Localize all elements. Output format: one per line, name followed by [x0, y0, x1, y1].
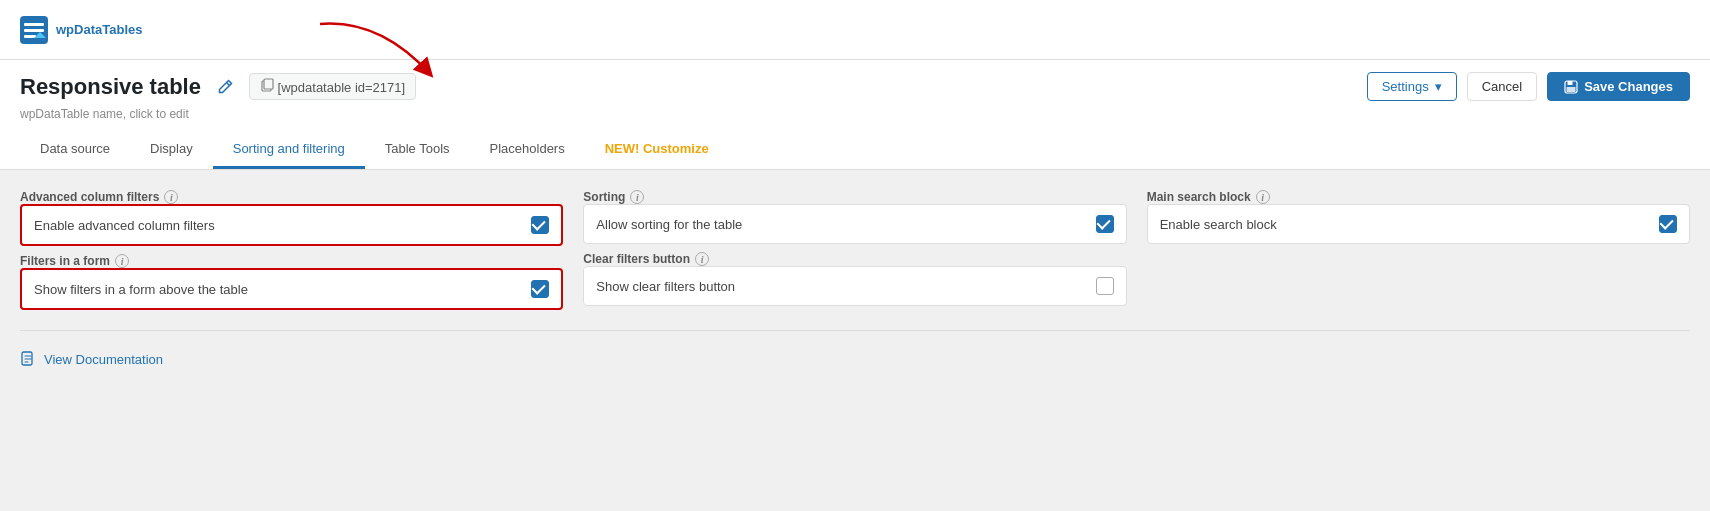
clear-filters-option-label: Show clear filters button [596, 279, 735, 294]
clear-filters-row: Show clear filters button [583, 266, 1126, 306]
document-icon [20, 351, 36, 367]
svg-rect-10 [1567, 87, 1576, 92]
clear-filters-checkbox[interactable] [1096, 277, 1114, 295]
view-documentation-link[interactable]: View Documentation [20, 347, 1690, 371]
doc-link-label: View Documentation [44, 352, 163, 367]
content-divider [20, 330, 1690, 331]
clear-filters-info-icon[interactable]: i [695, 252, 709, 266]
svg-rect-6 [264, 79, 273, 89]
option-section-advanced-filters: Advanced column filters i Enable advance… [20, 190, 563, 246]
svg-rect-3 [24, 35, 36, 38]
settings-button[interactable]: Settings ▾ [1367, 72, 1457, 101]
edit-title-button[interactable] [213, 75, 237, 99]
advanced-filters-checkbox[interactable] [531, 216, 549, 234]
filters-form-label: Filters in a form i [20, 254, 563, 268]
filters-form-checkbox[interactable] [531, 280, 549, 298]
checkbox-checked-icon-3 [1096, 215, 1114, 233]
title-subtitle: wpDataTable name, click to edit [20, 107, 1690, 121]
sorting-label: Sorting i [583, 190, 1126, 204]
advanced-filters-label: Advanced column filters i [20, 190, 563, 204]
filters-form-row: Show filters in a form above the table [20, 268, 563, 310]
option-section-search-block: Main search block i Enable search block [1147, 190, 1690, 244]
shortcode-text: [wpdatatable id=2171] [278, 80, 406, 95]
tab-table-tools[interactable]: Table Tools [365, 131, 470, 169]
save-button[interactable]: Save Changes [1547, 72, 1690, 101]
option-section-filters-form: Filters in a form i Show filters in a fo… [20, 254, 563, 310]
checkbox-unchecked-icon [1096, 277, 1114, 295]
pencil-icon [217, 79, 233, 95]
app-wrapper: wpDataTables Responsive table [w [0, 0, 1710, 511]
sorting-option-label: Allow sorting for the table [596, 217, 742, 232]
cancel-button[interactable]: Cancel [1467, 72, 1537, 101]
svg-rect-2 [24, 29, 44, 32]
option-section-clear-filters: Clear filters button i Show clear filter… [583, 252, 1126, 306]
tab-data-source[interactable]: Data source [20, 131, 130, 169]
title-row: Responsive table [wpdatatable id=2171] [20, 72, 1690, 101]
option-group-col3: Main search block i Enable search block [1147, 190, 1690, 310]
option-section-sorting: Sorting i Allow sorting for the table [583, 190, 1126, 244]
checkbox-checked-icon-4 [1659, 215, 1677, 233]
tab-placeholders[interactable]: Placeholders [470, 131, 585, 169]
logo-area: wpDataTables [20, 16, 142, 44]
tab-sorting-filtering[interactable]: Sorting and filtering [213, 131, 365, 169]
save-icon [1564, 80, 1578, 94]
advanced-filters-option-label: Enable advanced column filters [34, 218, 215, 233]
option-group-col2: Sorting i Allow sorting for the table Cl… [583, 190, 1126, 310]
shortcode-badge: [wpdatatable id=2171] [249, 73, 416, 100]
filters-form-option-label: Show filters in a form above the table [34, 282, 248, 297]
advanced-filters-row: Enable advanced column filters [20, 204, 563, 246]
svg-rect-9 [1568, 81, 1573, 85]
sorting-row: Allow sorting for the table [583, 204, 1126, 244]
chevron-down-icon: ▾ [1435, 79, 1442, 94]
top-bar: wpDataTables [0, 0, 1710, 60]
header-section: Responsive table [wpdatatable id=2171] [0, 60, 1710, 170]
filters-form-info-icon[interactable]: i [115, 254, 129, 268]
options-grid: Advanced column filters i Enable advance… [20, 190, 1690, 310]
sorting-checkbox[interactable] [1096, 215, 1114, 233]
checkbox-checked-icon-2 [531, 280, 549, 298]
search-block-option-label: Enable search block [1160, 217, 1277, 232]
tab-customize[interactable]: NEW! Customize [585, 131, 729, 169]
option-group-col1: Advanced column filters i Enable advance… [20, 190, 563, 310]
header-actions: Settings ▾ Cancel Save Changes [1367, 72, 1690, 101]
settings-label: Settings [1382, 79, 1429, 94]
svg-rect-1 [24, 23, 44, 26]
main-content: Advanced column filters i Enable advance… [0, 170, 1710, 391]
search-block-label: Main search block i [1147, 190, 1690, 204]
logo-text: wpDataTables [56, 22, 142, 37]
checkbox-checked-icon [531, 216, 549, 234]
tab-display[interactable]: Display [130, 131, 213, 169]
search-block-info-icon[interactable]: i [1256, 190, 1270, 204]
search-block-checkbox[interactable] [1659, 215, 1677, 233]
save-label: Save Changes [1584, 79, 1673, 94]
search-block-row: Enable search block [1147, 204, 1690, 244]
clear-filters-label: Clear filters button i [583, 252, 1126, 266]
page-title: Responsive table [20, 74, 201, 100]
copy-icon [260, 78, 274, 92]
title-left: Responsive table [wpdatatable id=2171] [20, 73, 416, 100]
advanced-filters-info-icon[interactable]: i [164, 190, 178, 204]
logo-icon [20, 16, 48, 44]
sorting-info-icon[interactable]: i [630, 190, 644, 204]
tabs-row: Data source Display Sorting and filterin… [20, 131, 1690, 169]
